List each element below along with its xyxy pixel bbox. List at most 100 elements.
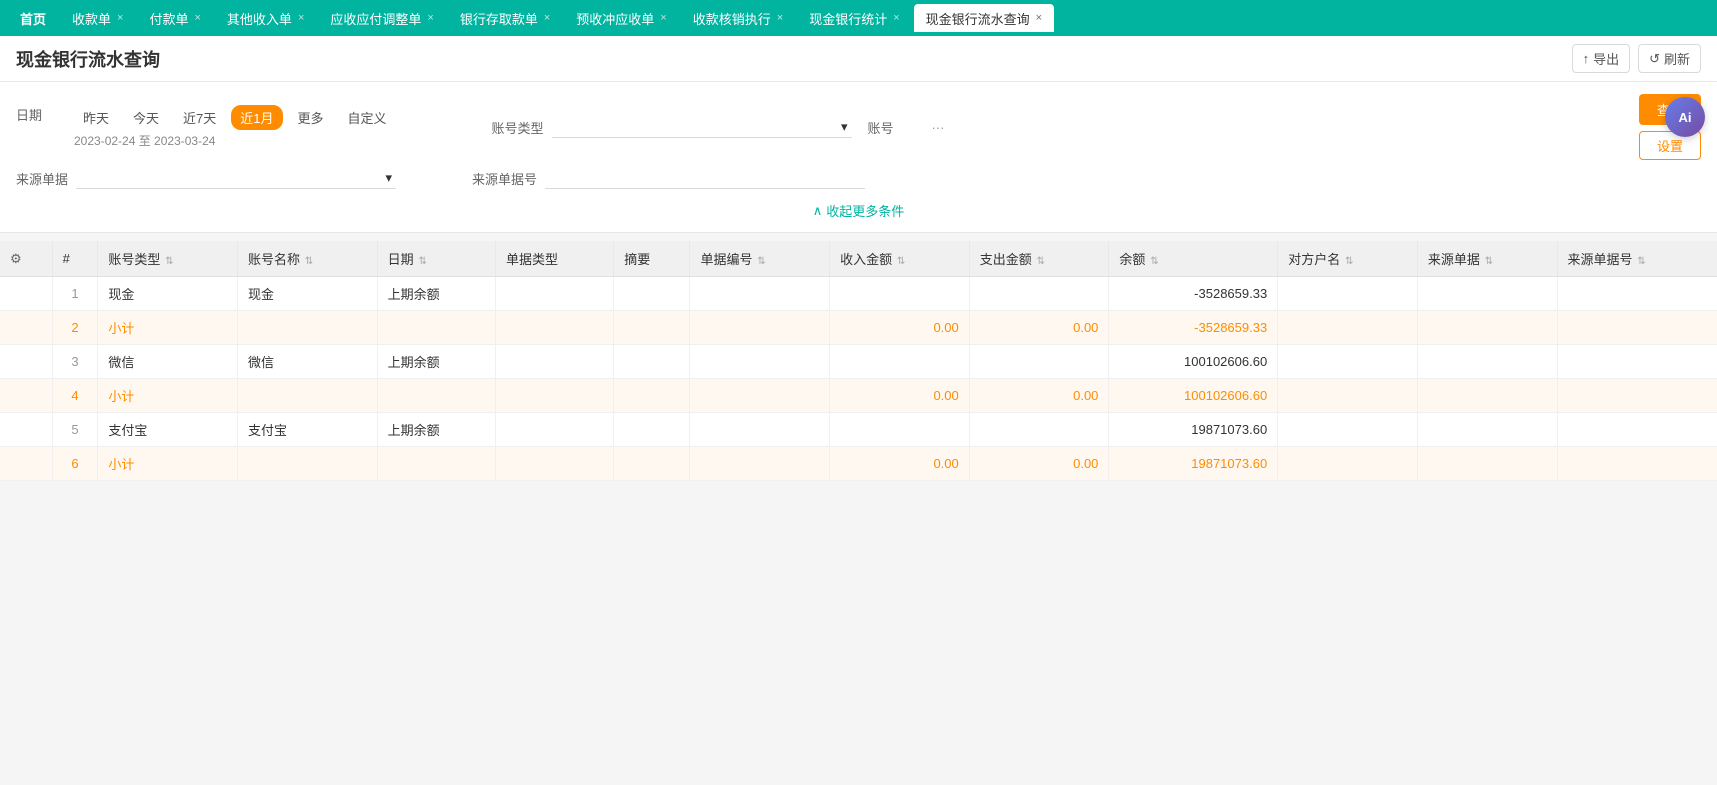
cell-11 [1278, 413, 1418, 447]
nav-tab-其他收入单[interactable]: 其他收入单× [215, 4, 316, 32]
source-doc-select[interactable]: ▾ [76, 168, 396, 189]
cell-7 [690, 379, 830, 413]
page-header: 现金银行流水查询 ↑ 导出 ↺ 刷新 [0, 36, 1717, 82]
cell-10: 19871073.60 [1109, 413, 1278, 447]
cell-2: 小计 [98, 311, 238, 345]
col-source_doc_num[interactable]: 来源单据号 ⇅ [1557, 241, 1717, 277]
filter-row-1: 日期 昨天今天近7天近1月更多自定义 2023-02-24 至 2023-03-… [16, 94, 1701, 160]
dropdown-icon: ▾ [841, 119, 848, 135]
cell-4 [377, 311, 495, 345]
date-btn-近7天[interactable]: 近7天 [174, 105, 225, 130]
cell-1: 4 [52, 379, 98, 413]
col-source_doc[interactable]: 来源单据 ⇅ [1417, 241, 1557, 277]
col-settings[interactable]: ⚙ [0, 241, 52, 277]
refresh-label: 刷新 [1664, 49, 1690, 68]
cell-10: -3528659.33 [1109, 277, 1278, 311]
tab-close[interactable]: × [544, 12, 550, 24]
tab-label: 现金银行流水查询 [926, 9, 1030, 28]
col-account_type[interactable]: 账号类型 ⇅ [98, 241, 238, 277]
cell-0 [0, 379, 52, 413]
tab-label: 银行存取款单 [460, 9, 538, 28]
refresh-button[interactable]: ↺ 刷新 [1638, 44, 1701, 73]
col-expense[interactable]: 支出金额 ⇅ [969, 241, 1109, 277]
cell-6 [614, 379, 690, 413]
cell-7 [690, 413, 830, 447]
nav-home[interactable]: 首页 [8, 4, 58, 32]
date-btn-自定义[interactable]: 自定义 [339, 105, 396, 130]
tab-close[interactable]: × [194, 12, 200, 24]
account-dots[interactable]: ··· [926, 118, 951, 137]
cell-12 [1417, 379, 1557, 413]
cell-5 [495, 379, 613, 413]
collapse-bar[interactable]: ∧ 收起更多条件 [16, 197, 1701, 224]
cell-9 [969, 345, 1109, 379]
nav-tab-应收应付调整单[interactable]: 应收应付调整单 × [318, 4, 445, 32]
ai-badge[interactable]: Ai [1665, 97, 1705, 137]
date-btn-更多[interactable]: 更多 [289, 105, 333, 130]
tab-close[interactable]: × [893, 12, 899, 24]
tab-close[interactable]: × [427, 12, 433, 24]
nav-tab-预收冲应收单[interactable]: 预收冲应收单 × [564, 4, 678, 32]
account-label: 账号 [868, 118, 918, 137]
table-container: ⚙ # 账号类型 ⇅账号名称 ⇅日期 ⇅单据类型摘要单据编号 ⇅收入金额 ⇅支出… [0, 241, 1717, 481]
tab-close[interactable]: × [117, 12, 123, 24]
date-btn-今天[interactable]: 今天 [124, 105, 168, 130]
source-doc-num-input[interactable] [545, 169, 865, 189]
sort-icon: ⇅ [894, 256, 905, 267]
cell-12 [1417, 311, 1557, 345]
tab-close[interactable]: × [298, 12, 304, 24]
cell-2: 支付宝 [98, 413, 238, 447]
cell-8 [830, 277, 970, 311]
tab-label: 预收冲应收单 [576, 9, 654, 28]
col-num: # [52, 241, 98, 277]
tab-label: 应收应付调整单 [330, 9, 421, 28]
cell-10: -3528659.33 [1109, 311, 1278, 345]
tab-label: 付款单 [149, 9, 188, 28]
data-table: ⚙ # 账号类型 ⇅账号名称 ⇅日期 ⇅单据类型摘要单据编号 ⇅收入金额 ⇅支出… [0, 241, 1717, 481]
collapse-label: 收起更多条件 [826, 201, 904, 220]
filter-area: 日期 昨天今天近7天近1月更多自定义 2023-02-24 至 2023-03-… [0, 82, 1717, 233]
cell-5 [495, 345, 613, 379]
col-balance[interactable]: 余额 ⇅ [1109, 241, 1278, 277]
nav-tab-付款单[interactable]: 付款单 × [137, 4, 212, 32]
cell-1: 6 [52, 447, 98, 481]
tab-close[interactable]: × [777, 12, 783, 24]
col-counterparty[interactable]: 对方户名 ⇅ [1278, 241, 1418, 277]
date-btn-近1月[interactable]: 近1月 [231, 105, 282, 130]
nav-tab-现金银行统计[interactable]: 现金银行统计× [797, 4, 911, 32]
date-options-wrapper: 昨天今天近7天近1月更多自定义 2023-02-24 至 2023-03-24 [74, 105, 396, 149]
cell-13 [1557, 345, 1717, 379]
sort-icon: ⇅ [1147, 256, 1158, 267]
export-button[interactable]: ↑ 导出 [1572, 44, 1631, 73]
col-account_name[interactable]: 账号名称 ⇅ [238, 241, 378, 277]
col-doc_num[interactable]: 单据编号 ⇅ [690, 241, 830, 277]
cell-6 [614, 311, 690, 345]
date-btn-昨天[interactable]: 昨天 [74, 105, 118, 130]
cell-3: 支付宝 [238, 413, 378, 447]
tab-close[interactable]: × [1036, 12, 1042, 24]
date-range-display: 2023-02-24 至 2023-03-24 [74, 132, 396, 149]
cell-5 [495, 413, 613, 447]
nav-tab-收款核销执行[interactable]: 收款核销执行 × [681, 4, 795, 32]
header-actions: ↑ 导出 ↺ 刷新 [1572, 44, 1701, 73]
account-type-select[interactable]: ▾ [552, 117, 852, 138]
nav-tab-银行存取款单[interactable]: 银行存取款单 × [448, 4, 562, 32]
export-icon: ↑ [1583, 51, 1590, 66]
nav-tab-现金银行流水查询[interactable]: 现金银行流水查询 × [914, 4, 1054, 32]
cell-0 [0, 277, 52, 311]
date-options: 昨天今天近7天近1月更多自定义 [74, 105, 396, 130]
cell-10: 100102606.60 [1109, 345, 1278, 379]
account-group: 账号 ··· [868, 118, 951, 137]
tab-label: 收款单 [72, 9, 111, 28]
sort-icon: ⇅ [1342, 256, 1353, 267]
nav-tab-收款单[interactable]: 收款单 × [60, 4, 135, 32]
tab-close[interactable]: × [660, 12, 666, 24]
cell-11 [1278, 379, 1418, 413]
cell-12 [1417, 277, 1557, 311]
col-income[interactable]: 收入金额 ⇅ [830, 241, 970, 277]
tab-label: 收款核销执行 [693, 9, 771, 28]
cell-13 [1557, 277, 1717, 311]
col-date[interactable]: 日期 ⇅ [377, 241, 495, 277]
col-summary: 摘要 [614, 241, 690, 277]
table-row: 5支付宝支付宝上期余额19871073.60 [0, 413, 1717, 447]
